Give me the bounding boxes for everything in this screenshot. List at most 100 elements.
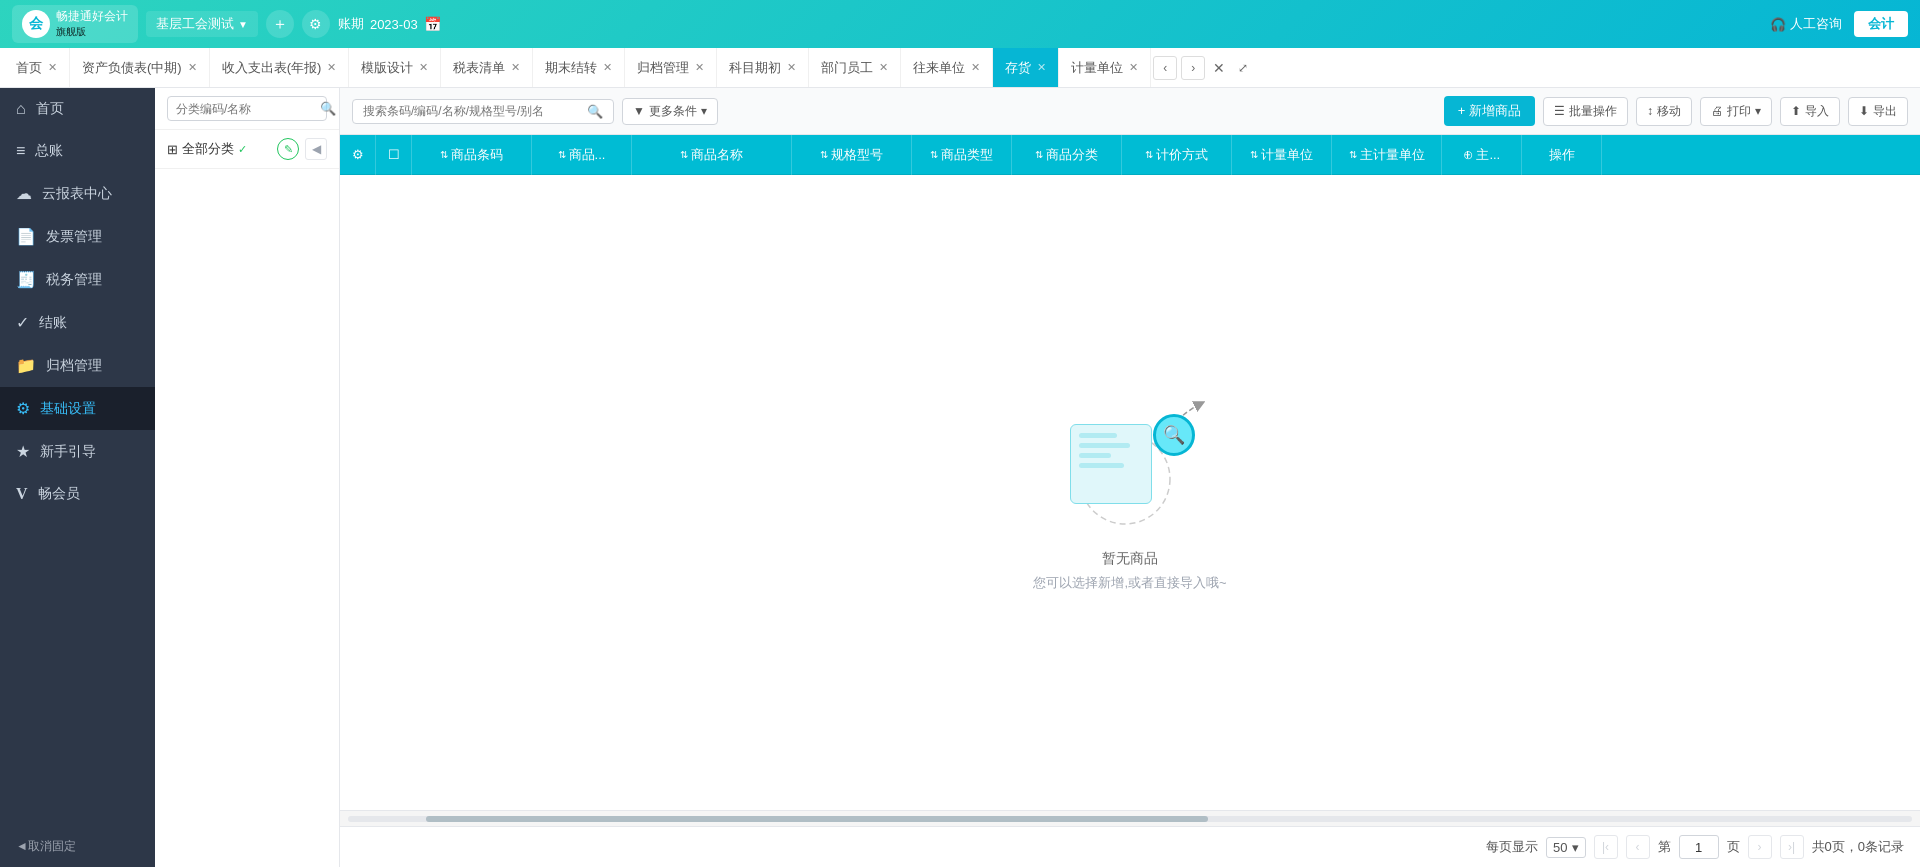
scroll-thumb[interactable] bbox=[426, 816, 1208, 822]
table-footer: 每页显示 50 ▾ |‹ ‹ 第 页 › ›| 共0页，0条记录 bbox=[340, 826, 1920, 867]
tab-balance-close[interactable]: ✕ bbox=[188, 61, 197, 74]
category-all-label[interactable]: 全部分类 bbox=[182, 140, 234, 158]
product-search-icon[interactable]: 🔍 bbox=[587, 104, 603, 119]
category-search-icon[interactable]: 🔍 bbox=[320, 101, 336, 116]
tab-income[interactable]: 收入支出表(年报) ✕ bbox=[210, 48, 350, 88]
settlement-icon: ✓ bbox=[16, 313, 29, 332]
tab-income-label: 收入支出表(年报) bbox=[222, 59, 322, 77]
th-unit[interactable]: ⇅ 计量单位 bbox=[1232, 135, 1332, 175]
tab-balance[interactable]: 资产负债表(中期) ✕ bbox=[70, 48, 210, 88]
th-code[interactable]: ⇅ 商品... bbox=[532, 135, 632, 175]
category-search-input[interactable] bbox=[176, 102, 316, 116]
sidebar: ⌂ 首页 ≡ 总账 ☁ 云报表中心 📄 发票管理 🧾 税务管理 ✓ 结账 📁 归… bbox=[0, 88, 155, 867]
tab-template[interactable]: 模版设计 ✕ bbox=[349, 48, 441, 88]
tab-inventory-close[interactable]: ✕ bbox=[1037, 61, 1046, 74]
sidebar-item-member[interactable]: V 畅会员 bbox=[0, 473, 155, 515]
sidebar-item-ledger[interactable]: ≡ 总账 bbox=[0, 130, 155, 172]
tax-icon: 🧾 bbox=[16, 270, 36, 289]
category-edit-button[interactable]: ✎ bbox=[277, 138, 299, 160]
sidebar-item-invoice[interactable]: 📄 发票管理 bbox=[0, 215, 155, 258]
tab-tax-close[interactable]: ✕ bbox=[511, 61, 520, 74]
tab-balance-label: 资产负债表(中期) bbox=[82, 59, 182, 77]
tab-tax[interactable]: 税表清单 ✕ bbox=[441, 48, 533, 88]
category-search[interactable]: 🔍 bbox=[167, 96, 327, 121]
th-name[interactable]: ⇅ 商品名称 bbox=[632, 135, 792, 175]
per-page-selector[interactable]: 50 ▾ bbox=[1546, 837, 1585, 858]
batch-ops-icon: ☰ bbox=[1554, 104, 1565, 118]
app-edition: 旗舰版 bbox=[56, 25, 128, 39]
tab-dept[interactable]: 部门员工 ✕ bbox=[809, 48, 901, 88]
top-bar: 会 畅捷通好会计 旗舰版 基层工会测试 ▼ ＋ ⚙ 账期 2023-03 📅 🎧… bbox=[0, 0, 1920, 48]
prev-page-button[interactable]: ‹ bbox=[1626, 835, 1650, 859]
tab-dept-close[interactable]: ✕ bbox=[879, 61, 888, 74]
tab-partner[interactable]: 往来单位 ✕ bbox=[901, 48, 993, 88]
export-button[interactable]: ⬇ 导出 bbox=[1848, 97, 1908, 126]
first-page-button[interactable]: |‹ bbox=[1594, 835, 1618, 859]
company-selector[interactable]: 基层工会测试 ▼ bbox=[146, 11, 258, 37]
next-page-button[interactable]: › bbox=[1748, 835, 1772, 859]
category-collapse-button[interactable]: ◀ bbox=[305, 138, 327, 160]
tab-period-end-label: 期末结转 bbox=[545, 59, 597, 77]
move-button[interactable]: ↕ 移动 bbox=[1636, 97, 1692, 126]
sidebar-item-home[interactable]: ⌂ 首页 bbox=[0, 88, 155, 130]
th-category[interactable]: ⇅ 商品分类 bbox=[1012, 135, 1122, 175]
product-search-input[interactable] bbox=[363, 104, 583, 118]
tab-subject-close[interactable]: ✕ bbox=[787, 61, 796, 74]
sidebar-item-settlement-label: 结账 bbox=[39, 314, 67, 332]
product-search[interactable]: 🔍 bbox=[352, 99, 614, 124]
import-button[interactable]: ⬆ 导入 bbox=[1780, 97, 1840, 126]
th-extra[interactable]: ⊕ 主... bbox=[1442, 135, 1522, 175]
th-price-mode[interactable]: ⇅ 计价方式 bbox=[1122, 135, 1232, 175]
sidebar-item-guide[interactable]: ★ 新手引导 bbox=[0, 430, 155, 473]
tab-partner-close[interactable]: ✕ bbox=[971, 61, 980, 74]
sidebar-item-settlement[interactable]: ✓ 结账 bbox=[0, 301, 155, 344]
filter-button[interactable]: ▼ 更多条件 ▾ bbox=[622, 98, 718, 125]
add-account-button[interactable]: ＋ bbox=[266, 10, 294, 38]
last-page-button[interactable]: ›| bbox=[1780, 835, 1804, 859]
tab-template-close[interactable]: ✕ bbox=[419, 61, 428, 74]
calendar-icon[interactable]: 📅 bbox=[424, 16, 441, 32]
add-product-button[interactable]: + 新增商品 bbox=[1444, 96, 1535, 126]
empty-doc-body bbox=[1070, 424, 1152, 504]
settings-icon[interactable]: ⚙ bbox=[302, 10, 330, 38]
user-role-button[interactable]: 会计 bbox=[1854, 11, 1908, 37]
th-price-mode-label: 计价方式 bbox=[1156, 146, 1208, 164]
sidebar-item-basic[interactable]: ⚙ 基础设置 bbox=[0, 387, 155, 430]
tab-close-all[interactable]: ✕ bbox=[1207, 56, 1231, 80]
tab-subject[interactable]: 科目期初 ✕ bbox=[717, 48, 809, 88]
tab-unit-label: 计量单位 bbox=[1071, 59, 1123, 77]
batch-ops-button[interactable]: ☰ 批量操作 bbox=[1543, 97, 1628, 126]
tab-period-end[interactable]: 期末结转 ✕ bbox=[533, 48, 625, 88]
th-settings[interactable]: ⚙ bbox=[340, 135, 376, 175]
tab-scroll-right[interactable]: › bbox=[1181, 56, 1205, 80]
th-type[interactable]: ⇅ 商品类型 bbox=[912, 135, 1012, 175]
tab-inventory[interactable]: 存货 ✕ bbox=[993, 48, 1059, 88]
th-main-unit[interactable]: ⇅ 主计量单位 bbox=[1332, 135, 1442, 175]
category-panel: 🔍 ⊞ 全部分类 ✓ ✎ ◀ bbox=[155, 88, 340, 867]
horizontal-scrollbar[interactable] bbox=[340, 810, 1920, 826]
th-barcode[interactable]: ⇅ 商品条码 bbox=[412, 135, 532, 175]
tab-home[interactable]: 首页 ✕ bbox=[4, 48, 70, 88]
tab-home-close[interactable]: ✕ bbox=[48, 61, 57, 74]
tab-archive-close[interactable]: ✕ bbox=[695, 61, 704, 74]
tab-scroll-left[interactable]: ‹ bbox=[1153, 56, 1177, 80]
sidebar-unpin[interactable]: ◄取消固定 bbox=[0, 826, 155, 867]
table-area: 🔍 ▼ 更多条件 ▾ + 新增商品 ☰ 批量操作 bbox=[340, 88, 1920, 867]
sidebar-item-reports[interactable]: ☁ 云报表中心 bbox=[0, 172, 155, 215]
tab-unit-close[interactable]: ✕ bbox=[1129, 61, 1138, 74]
tab-period-end-close[interactable]: ✕ bbox=[603, 61, 612, 74]
print-button[interactable]: 🖨 打印 ▾ bbox=[1700, 97, 1772, 126]
sidebar-item-tax[interactable]: 🧾 税务管理 bbox=[0, 258, 155, 301]
tab-archive[interactable]: 归档管理 ✕ bbox=[625, 48, 717, 88]
app-logo[interactable]: 会 畅捷通好会计 旗舰版 bbox=[12, 5, 138, 43]
sidebar-item-archive[interactable]: 📁 归档管理 bbox=[0, 344, 155, 387]
service-button[interactable]: 🎧 人工咨询 bbox=[1770, 15, 1842, 33]
settings-gear-icon: ⚙ bbox=[352, 147, 364, 162]
tab-income-close[interactable]: ✕ bbox=[327, 61, 336, 74]
th-spec[interactable]: ⇅ 规格型号 bbox=[792, 135, 912, 175]
add-product-label: + 新增商品 bbox=[1458, 102, 1521, 120]
th-checkbox[interactable]: ☐ bbox=[376, 135, 412, 175]
tab-expand[interactable]: ⤢ bbox=[1231, 56, 1255, 80]
page-number-input[interactable] bbox=[1679, 835, 1719, 859]
tab-unit[interactable]: 计量单位 ✕ bbox=[1059, 48, 1151, 88]
